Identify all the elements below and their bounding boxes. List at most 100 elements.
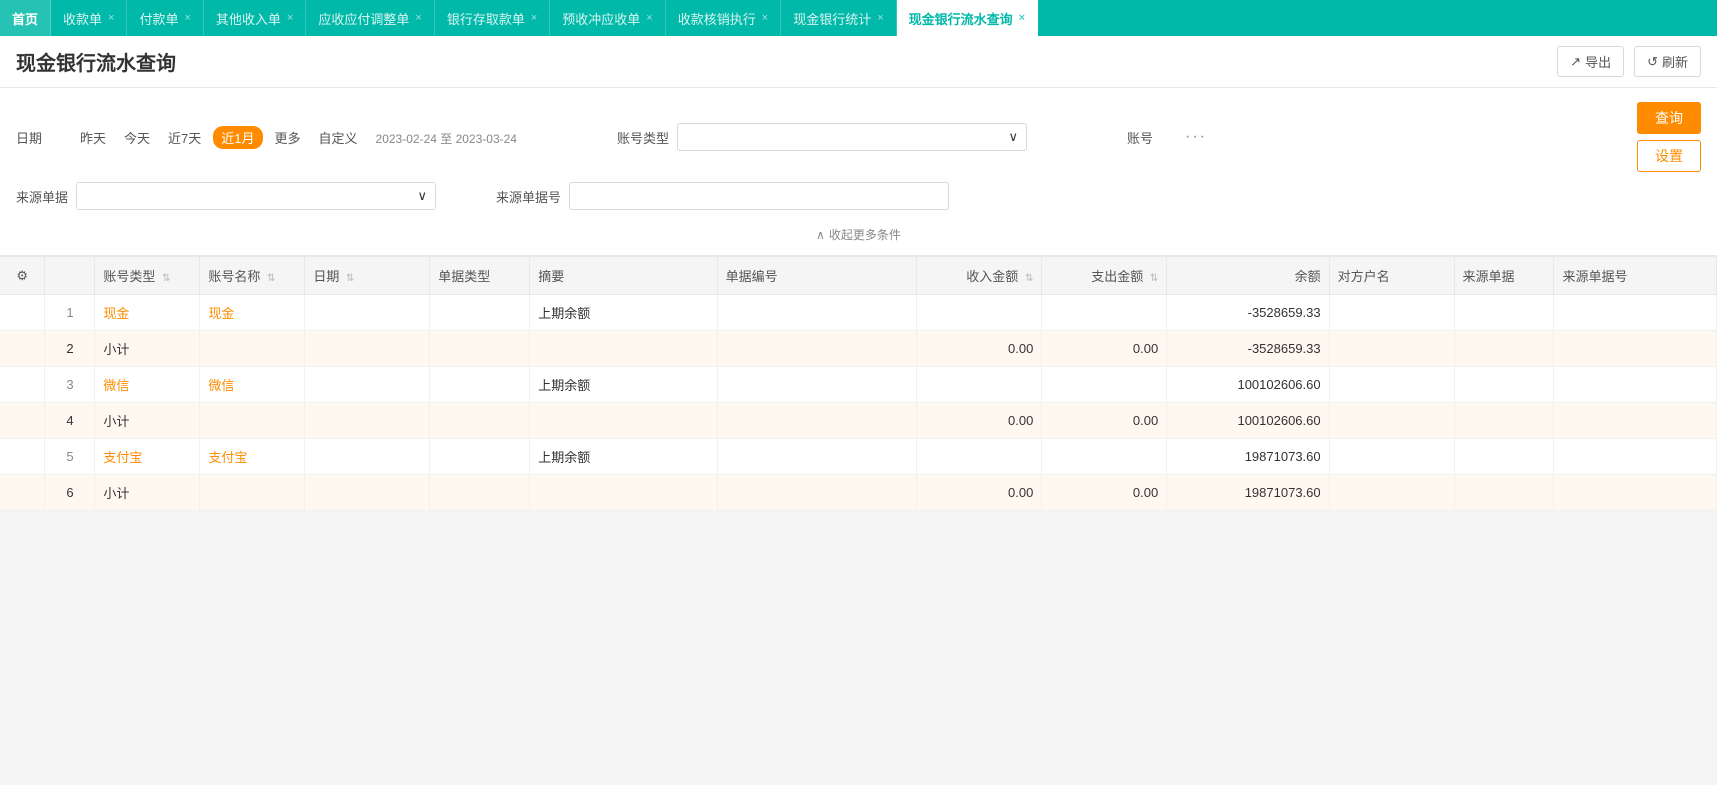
row-balance: 19871073.60 [1167,475,1329,511]
row-doc-type [430,475,530,511]
col-source-doc-no: 来源单据号 [1554,257,1717,295]
filter-row-1: 日期 昨天 今天 近7天 近1月 更多 自定义 2023-02-24 至 202… [16,102,1701,172]
chevron-down-icon: ∨ [1008,129,1018,145]
account-dots-btn[interactable]: ··· [1185,128,1207,146]
collapse-icon: ∧ [816,228,825,242]
nav-tab-receipt-verify[interactable]: 收款核销执行 × [666,0,781,36]
close-icon[interactable]: × [108,12,114,24]
row-account-type: 现金 [95,295,200,331]
close-icon[interactable]: × [415,12,421,24]
row-source-doc [1454,295,1554,331]
source-doc-select[interactable]: ∨ [76,182,436,210]
date-btn-7days[interactable]: 近7天 [162,126,207,149]
collapse-row: ∧ 收起更多条件 [16,220,1701,245]
table-header-row: ⚙ 账号类型 ⇅ 账号名称 ⇅ 日期 ⇅ 单据类型 摘要 [0,257,1717,295]
row-date [305,367,430,403]
row-income [917,295,1042,331]
row-source-doc [1454,403,1554,439]
row-counterparty [1329,403,1454,439]
date-btn-1month[interactable]: 近1月 [213,126,262,149]
col-account-type[interactable]: 账号类型 ⇅ [95,257,200,295]
row-num: 4 [45,403,95,439]
nav-tab-prepay-offset[interactable]: 预收冲应收单 × [550,0,665,36]
chevron-down-icon: ∨ [418,188,428,204]
source-doc-filter: 来源单据 ∨ [16,182,436,210]
collapse-button[interactable]: ∧ 收起更多条件 [816,226,901,243]
nav-tab-receipt[interactable]: 收款单 × [51,0,127,36]
date-label: 日期 [16,128,66,147]
col-gear[interactable]: ⚙ [0,257,45,295]
close-icon[interactable]: × [184,12,190,24]
row-source-doc-no [1554,331,1717,367]
col-date[interactable]: 日期 ⇅ [305,257,430,295]
date-btn-yesterday[interactable]: 昨天 [74,126,112,149]
close-icon[interactable]: × [762,12,768,24]
row-account-type: 小计 [95,331,200,367]
sort-icon: ⇅ [267,273,275,284]
row-balance: 19871073.60 [1167,439,1329,475]
account-type-select[interactable]: ∨ [677,123,1027,151]
table-row: 3微信微信上期余额100102606.60 [0,367,1717,403]
query-actions: 查询 设置 [1637,102,1701,172]
row-summary [530,475,717,511]
sort-icon: ⇅ [162,273,170,284]
export-button[interactable]: ↗ 导出 [1557,46,1624,77]
query-button[interactable]: 查询 [1637,102,1701,134]
nav-tab-home[interactable]: 首页 [0,0,51,36]
table-row: 6小计0.000.0019871073.60 [0,475,1717,511]
row-date [305,439,430,475]
close-icon[interactable]: × [646,12,652,24]
nav-tab-ar-ap-adjust[interactable]: 应收应付调整单 × [306,0,434,36]
row-gear [0,403,45,439]
sort-icon: ⇅ [346,273,354,284]
setting-button[interactable]: 设置 [1637,140,1701,172]
close-icon[interactable]: × [287,12,293,24]
row-counterparty [1329,295,1454,331]
table-row: 4小计0.000.00100102606.60 [0,403,1717,439]
account-type-filter: 账号类型 ∨ [617,123,1027,151]
col-account-name[interactable]: 账号名称 ⇅ [200,257,305,295]
nav-tab-bank-deposit[interactable]: 银行存取款单 × [435,0,550,36]
table-row: 5支付宝支付宝上期余额19871073.60 [0,439,1717,475]
page-title: 现金银行流水查询 [16,47,176,76]
source-doc-no-input[interactable] [569,182,949,210]
nav-tab-cash-stats[interactable]: 现金银行统计 × [781,0,896,36]
col-summary: 摘要 [530,257,717,295]
col-expense[interactable]: 支出金额 ⇅ [1042,257,1167,295]
nav-tab-payment[interactable]: 付款单 × [127,0,203,36]
row-account-type: 小计 [95,475,200,511]
refresh-button[interactable]: ↺ 刷新 [1634,46,1701,77]
row-expense [1042,367,1167,403]
col-income[interactable]: 收入金额 ⇅ [917,257,1042,295]
date-btn-more[interactable]: 更多 [269,126,307,149]
nav-tab-cash-flow-query[interactable]: 现金银行流水查询 × [897,0,1038,36]
row-account-name: 现金 [200,295,305,331]
row-date [305,331,430,367]
close-icon[interactable]: × [531,12,537,24]
row-doc-no [717,403,917,439]
export-icon: ↗ [1570,54,1581,70]
account-filter: 账号 ··· [1127,128,1207,147]
row-doc-type [430,295,530,331]
filter-area: 日期 昨天 今天 近7天 近1月 更多 自定义 2023-02-24 至 202… [0,88,1717,256]
row-expense: 0.00 [1042,475,1167,511]
row-expense [1042,295,1167,331]
source-doc-no-filter: 来源单据号 [496,182,949,210]
date-btn-custom[interactable]: 自定义 [313,126,364,149]
date-btn-today[interactable]: 今天 [118,126,156,149]
row-income: 0.00 [917,331,1042,367]
row-expense: 0.00 [1042,403,1167,439]
col-num [45,257,95,295]
nav-tab-other-income[interactable]: 其他收入单 × [204,0,306,36]
close-icon[interactable]: × [1019,12,1025,24]
row-source-doc-no [1554,295,1717,331]
row-income: 0.00 [917,403,1042,439]
row-account-name [200,403,305,439]
row-income: 0.00 [917,475,1042,511]
row-num: 5 [45,439,95,475]
close-icon[interactable]: × [877,12,883,24]
row-summary: 上期余额 [530,439,717,475]
source-doc-no-label: 来源单据号 [496,187,561,206]
row-num: 1 [45,295,95,331]
col-counterparty: 对方户名 [1329,257,1454,295]
